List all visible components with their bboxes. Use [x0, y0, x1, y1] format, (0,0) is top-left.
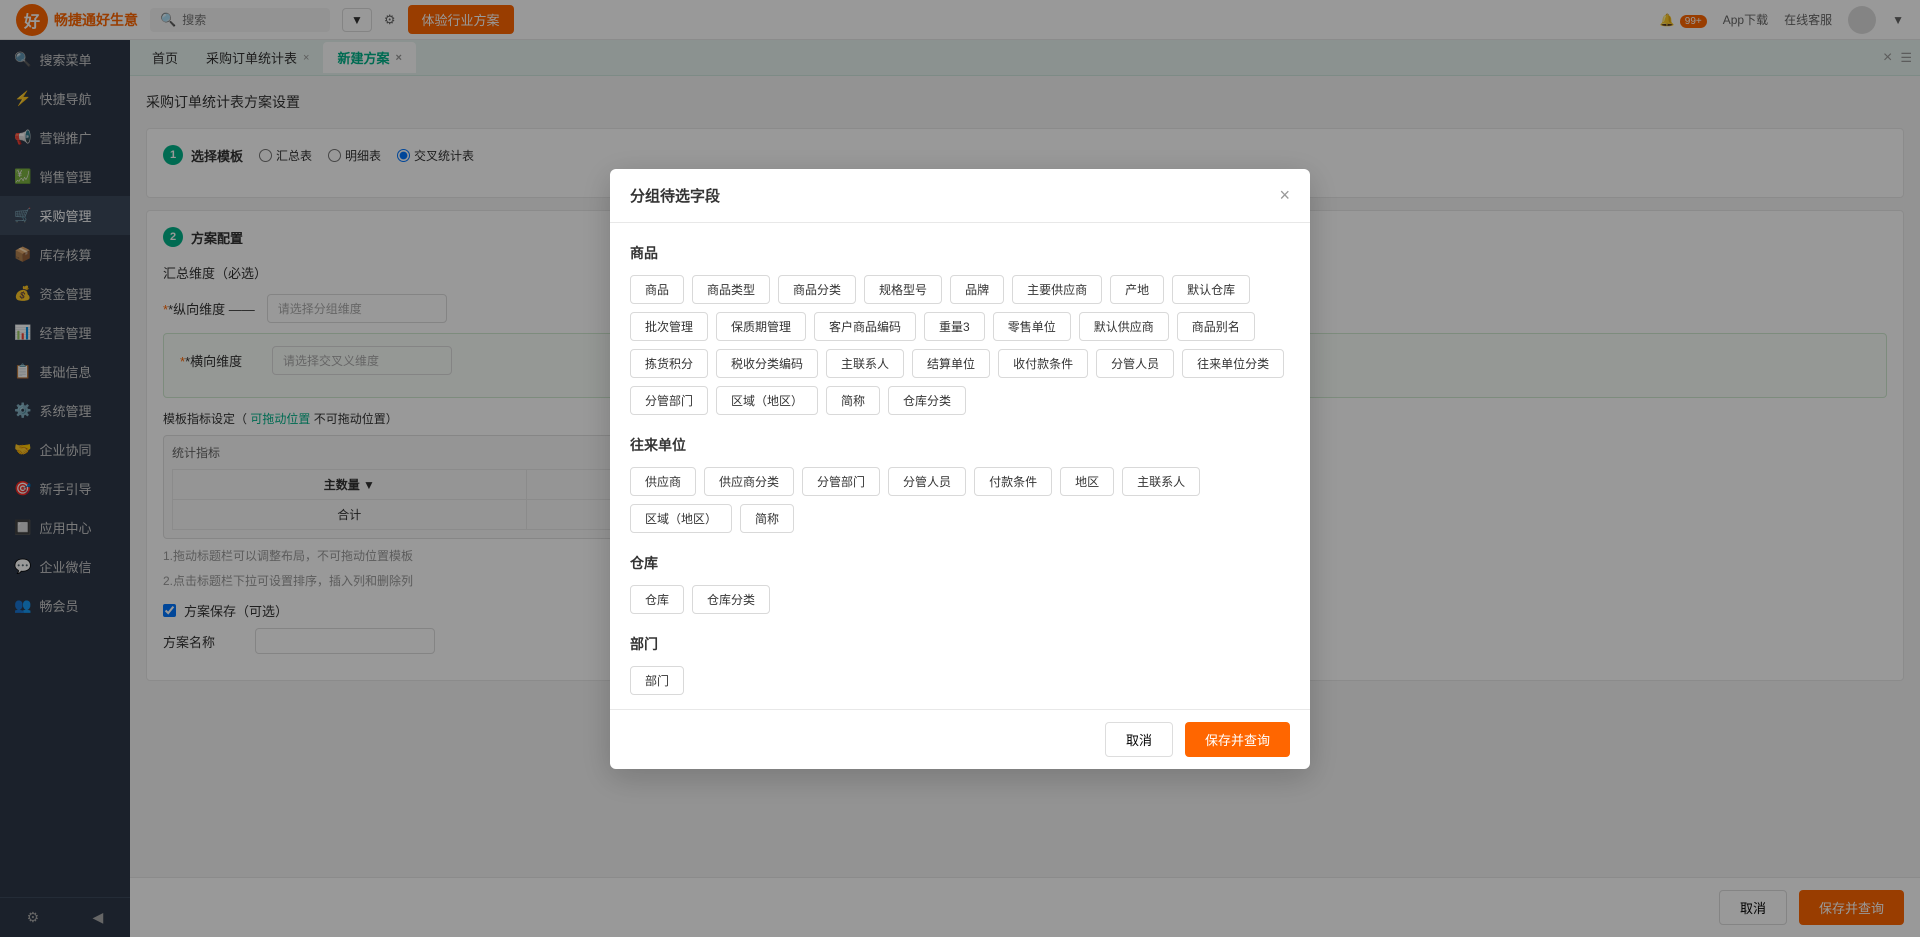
modal-header: 分组待选字段 × — [610, 169, 1310, 223]
field-section-partner: 往来单位 供应商 供应商分类 分管部门 分管人员 付款条件 地区 主联系人 区域… — [630, 435, 1290, 533]
field-tag[interactable]: 默认供应商 — [1079, 312, 1169, 341]
field-tag[interactable]: 主要供应商 — [1012, 275, 1102, 304]
field-tag[interactable]: 拣货积分 — [630, 349, 708, 378]
field-tag[interactable]: 税收分类编码 — [716, 349, 818, 378]
section-title-partner: 往来单位 — [630, 435, 1290, 455]
field-tag[interactable]: 地区 — [1060, 467, 1114, 496]
goods-field-tags: 商品 商品类型 商品分类 规格型号 品牌 主要供应商 产地 默认仓库 批次管理 … — [630, 275, 1290, 415]
field-tag[interactable]: 仓库分类 — [888, 386, 966, 415]
field-section-goods: 商品 商品 商品类型 商品分类 规格型号 品牌 主要供应商 产地 默认仓库 批次… — [630, 243, 1290, 415]
modal-title: 分组待选字段 — [630, 185, 720, 206]
field-tag[interactable]: 分管部门 — [630, 386, 708, 415]
field-tag[interactable]: 保质期管理 — [716, 312, 806, 341]
field-tag[interactable]: 分管部门 — [802, 467, 880, 496]
field-tag[interactable]: 部门 — [630, 666, 684, 695]
field-tag[interactable]: 仓库分类 — [692, 585, 770, 614]
field-tag[interactable]: 供应商分类 — [704, 467, 794, 496]
partner-field-tags: 供应商 供应商分类 分管部门 分管人员 付款条件 地区 主联系人 区域（地区） … — [630, 467, 1290, 533]
modal-close-button[interactable]: × — [1279, 185, 1290, 206]
field-section-warehouse: 仓库 仓库 仓库分类 — [630, 553, 1290, 614]
modal-overlay: 分组待选字段 × 商品 商品 商品类型 商品分类 规格型号 品牌 主要供应商 产… — [0, 0, 1920, 937]
field-tag[interactable]: 默认仓库 — [1172, 275, 1250, 304]
field-tag[interactable]: 规格型号 — [864, 275, 942, 304]
field-section-dept: 部门 部门 — [630, 634, 1290, 695]
section-title-dept: 部门 — [630, 634, 1290, 654]
warehouse-field-tags: 仓库 仓库分类 — [630, 585, 1290, 614]
field-tag[interactable]: 收付款条件 — [998, 349, 1088, 378]
modal-body: 商品 商品 商品类型 商品分类 规格型号 品牌 主要供应商 产地 默认仓库 批次… — [610, 223, 1310, 709]
field-tag[interactable]: 简称 — [740, 504, 794, 533]
section-title-goods: 商品 — [630, 243, 1290, 263]
field-tag[interactable]: 商品 — [630, 275, 684, 304]
field-tag[interactable]: 商品类型 — [692, 275, 770, 304]
field-tag[interactable]: 付款条件 — [974, 467, 1052, 496]
field-tag[interactable]: 分管人员 — [888, 467, 966, 496]
field-tag[interactable]: 供应商 — [630, 467, 696, 496]
field-tag[interactable]: 重量3 — [924, 312, 985, 341]
field-tag[interactable]: 区域（地区） — [630, 504, 732, 533]
field-tag[interactable]: 分管人员 — [1096, 349, 1174, 378]
field-tag[interactable]: 批次管理 — [630, 312, 708, 341]
field-tag[interactable]: 商品分类 — [778, 275, 856, 304]
field-tag[interactable]: 主联系人 — [826, 349, 904, 378]
field-tag[interactable]: 主联系人 — [1122, 467, 1200, 496]
field-select-modal: 分组待选字段 × 商品 商品 商品类型 商品分类 规格型号 品牌 主要供应商 产… — [610, 169, 1310, 769]
field-tag[interactable]: 区域（地区） — [716, 386, 818, 415]
modal-footer: 取消 保存并查询 — [610, 709, 1310, 769]
field-tag[interactable]: 往来单位分类 — [1182, 349, 1284, 378]
modal-confirm-button[interactable]: 保存并查询 — [1185, 722, 1290, 757]
field-tag[interactable]: 零售单位 — [993, 312, 1071, 341]
modal-cancel-button[interactable]: 取消 — [1105, 722, 1173, 757]
field-tag[interactable]: 产地 — [1110, 275, 1164, 304]
field-tag[interactable]: 简称 — [826, 386, 880, 415]
section-title-warehouse: 仓库 — [630, 553, 1290, 573]
field-tag[interactable]: 结算单位 — [912, 349, 990, 378]
field-tag[interactable]: 仓库 — [630, 585, 684, 614]
dept-field-tags: 部门 — [630, 666, 1290, 695]
field-tag[interactable]: 品牌 — [950, 275, 1004, 304]
field-tag[interactable]: 商品别名 — [1177, 312, 1255, 341]
field-tag[interactable]: 客户商品编码 — [814, 312, 916, 341]
